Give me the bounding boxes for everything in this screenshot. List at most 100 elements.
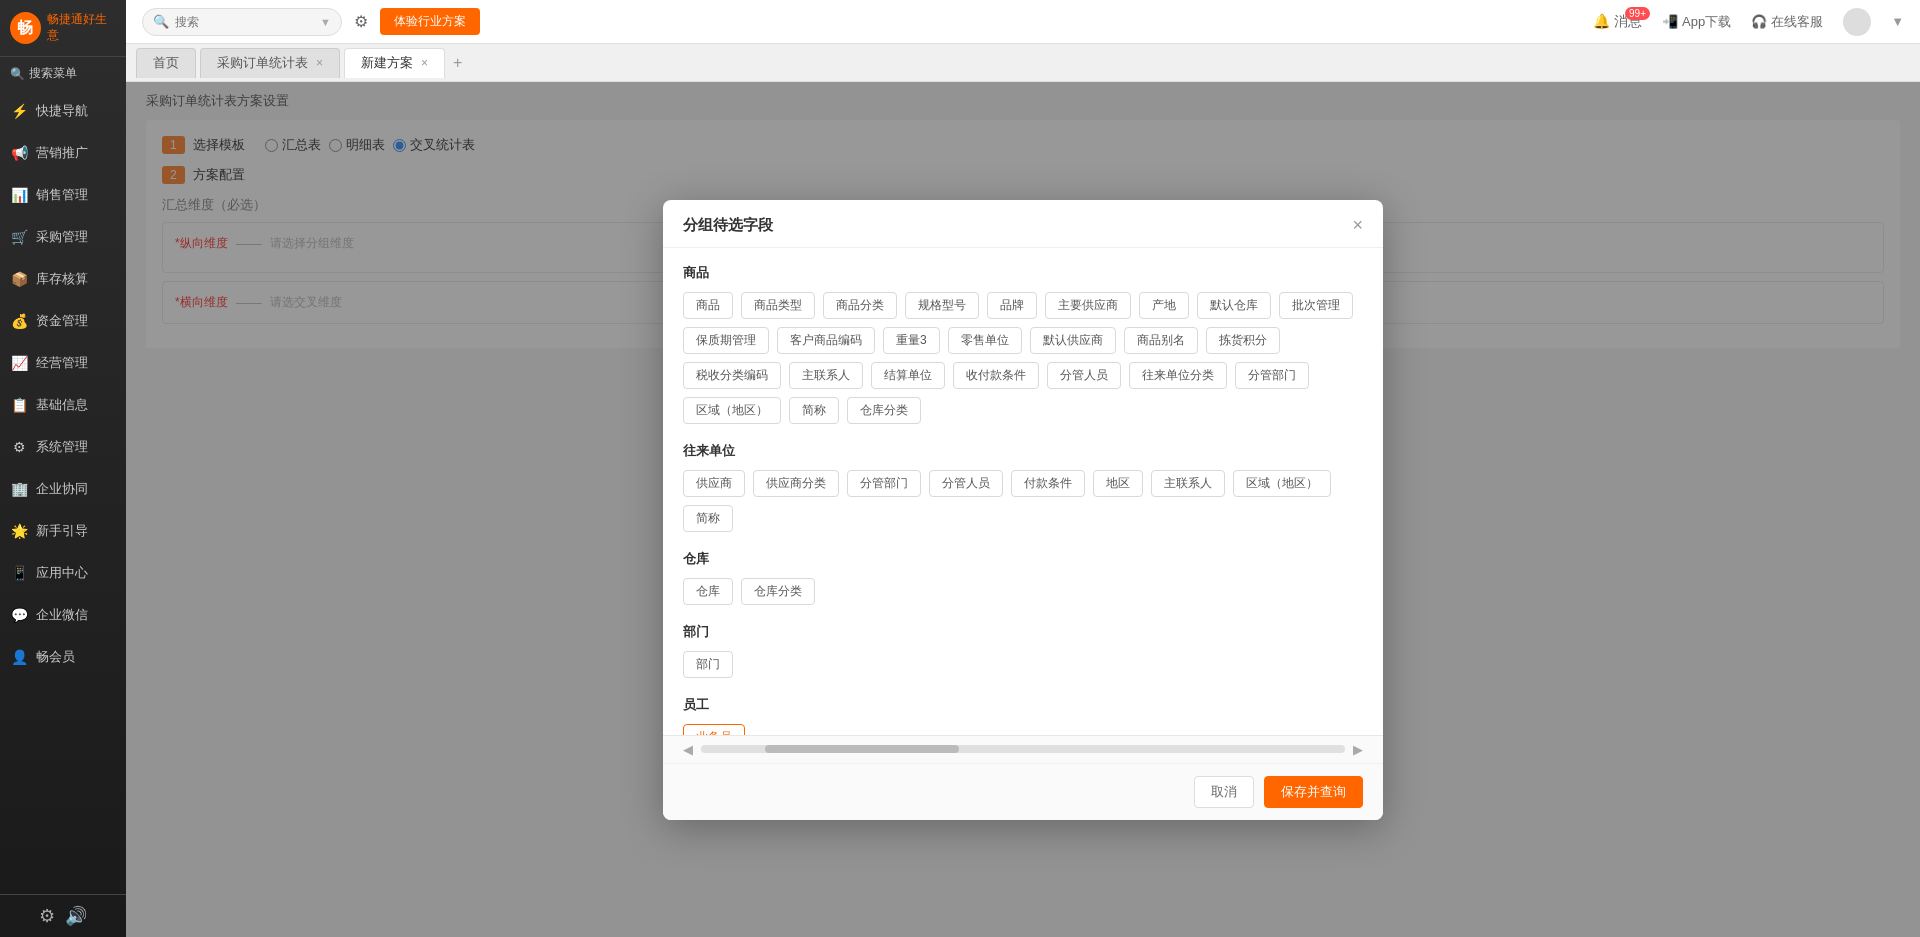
- field-tag[interactable]: 简称: [683, 505, 733, 532]
- purchase-icon: 🛒: [10, 228, 28, 246]
- hscroll-bar[interactable]: [701, 745, 1345, 753]
- field-tag[interactable]: 区域（地区）: [683, 397, 781, 424]
- section-goods-title: 商品: [683, 264, 1363, 282]
- newbie-icon: 🌟: [10, 522, 28, 540]
- user-avatar[interactable]: [1843, 8, 1871, 36]
- sidebar-item-app[interactable]: 📱 应用中心: [0, 552, 126, 594]
- section-staff: 员工 业务员: [683, 696, 1363, 735]
- speaker-bottom-icon[interactable]: 🔊: [65, 905, 87, 927]
- field-tag[interactable]: 产地: [1139, 292, 1189, 319]
- sidebar-item-marketing[interactable]: 📢 营销推广: [0, 132, 126, 174]
- sidebar-item-label: 新手引导: [36, 522, 88, 540]
- field-tag-staff[interactable]: 业务员: [683, 724, 745, 735]
- field-tag[interactable]: 商品分类: [823, 292, 897, 319]
- tab-home-label: 首页: [153, 54, 179, 72]
- tab-purchase-stats[interactable]: 采购订单统计表 ×: [200, 48, 340, 78]
- online-service-link[interactable]: 🎧 在线客服: [1751, 13, 1823, 31]
- sidebar-search[interactable]: 🔍 搜索菜单: [0, 57, 126, 90]
- topbar-search-box[interactable]: 🔍 ▼: [142, 8, 342, 36]
- corp-icon: 🏢: [10, 480, 28, 498]
- system-icon: ⚙: [10, 438, 28, 456]
- field-tag[interactable]: 商品类型: [741, 292, 815, 319]
- field-tag[interactable]: 保质期管理: [683, 327, 769, 354]
- staff-tags: 业务员: [683, 724, 1363, 735]
- hscroll-left-btn[interactable]: ◀: [683, 742, 693, 757]
- topbar: 🔍 ▼ ⚙ 体验行业方案 🔔 消息 99+ 📲 App下载 🎧 在线客服 ▼: [126, 0, 1920, 44]
- field-tag[interactable]: 批次管理: [1279, 292, 1353, 319]
- field-tag[interactable]: 仓库: [683, 578, 733, 605]
- settings-bottom-icon[interactable]: ⚙: [39, 905, 55, 927]
- tab-add-btn[interactable]: +: [453, 54, 462, 72]
- hscroll-right-btn[interactable]: ▶: [1353, 742, 1363, 757]
- user-menu-icon[interactable]: ▼: [1891, 14, 1904, 29]
- notification-btn[interactable]: 🔔 消息 99+: [1593, 13, 1642, 31]
- modal-overlay[interactable]: 分组待选字段 × 商品 商品 商品类型 商品分类 规格型号 品牌 主要供应商 产…: [126, 82, 1920, 937]
- sidebar-item-label: 企业协同: [36, 480, 88, 498]
- sidebar-item-basic[interactable]: 📋 基础信息: [0, 384, 126, 426]
- field-tag[interactable]: 税收分类编码: [683, 362, 781, 389]
- app-download-link[interactable]: 📲 App下载: [1662, 13, 1731, 31]
- sidebar-item-member[interactable]: 👤 畅会员: [0, 636, 126, 678]
- goods-tags: 商品 商品类型 商品分类 规格型号 品牌 主要供应商 产地 默认仓库 批次管理 …: [683, 292, 1363, 424]
- field-tag[interactable]: 简称: [789, 397, 839, 424]
- field-tag[interactable]: 结算单位: [871, 362, 945, 389]
- field-tag[interactable]: 默认供应商: [1030, 327, 1116, 354]
- logo-icon: 畅: [10, 12, 41, 44]
- search-input[interactable]: [175, 15, 295, 29]
- field-tag[interactable]: 付款条件: [1011, 470, 1085, 497]
- tab-new-plan-close[interactable]: ×: [421, 56, 428, 70]
- section-warehouse-title: 仓库: [683, 550, 1363, 568]
- tab-home[interactable]: 首页: [136, 48, 196, 78]
- field-tag[interactable]: 区域（地区）: [1233, 470, 1331, 497]
- sidebar: 畅 畅捷通好生意 🔍 搜索菜单 ⚡ 快捷导航 📢 营销推广 📊 销售管理 🛒 采…: [0, 0, 126, 937]
- field-tag[interactable]: 主联系人: [1151, 470, 1225, 497]
- sidebar-item-corp[interactable]: 🏢 企业协同: [0, 468, 126, 510]
- field-tag[interactable]: 分管部门: [847, 470, 921, 497]
- field-tag[interactable]: 往来单位分类: [1129, 362, 1227, 389]
- section-warehouse: 仓库 仓库 仓库分类: [683, 550, 1363, 605]
- sidebar-item-sales[interactable]: 📊 销售管理: [0, 174, 126, 216]
- field-tag[interactable]: 主要供应商: [1045, 292, 1131, 319]
- tab-new-plan[interactable]: 新建方案 ×: [344, 48, 445, 78]
- sidebar-item-quick-nav[interactable]: ⚡ 快捷导航: [0, 90, 126, 132]
- field-tag[interactable]: 拣货积分: [1206, 327, 1280, 354]
- field-tag[interactable]: 商品: [683, 292, 733, 319]
- field-tag[interactable]: 规格型号: [905, 292, 979, 319]
- main-content: 采购订单统计表方案设置 1 选择模板 汇总表 明细表 交叉统计表 2 方案配置 …: [126, 82, 1920, 937]
- search-icon: 🔍: [10, 67, 25, 81]
- sidebar-item-operation[interactable]: 📈 经营管理: [0, 342, 126, 384]
- field-tag[interactable]: 分管人员: [1047, 362, 1121, 389]
- field-tag[interactable]: 分管部门: [1235, 362, 1309, 389]
- sidebar-item-newbie[interactable]: 🌟 新手引导: [0, 510, 126, 552]
- field-tag[interactable]: 仓库分类: [741, 578, 815, 605]
- sidebar-item-system[interactable]: ⚙ 系统管理: [0, 426, 126, 468]
- sidebar-item-finance[interactable]: 💰 资金管理: [0, 300, 126, 342]
- field-tag[interactable]: 品牌: [987, 292, 1037, 319]
- tab-purchase-stats-label: 采购订单统计表: [217, 54, 308, 72]
- field-tag[interactable]: 收付款条件: [953, 362, 1039, 389]
- sidebar-logo: 畅 畅捷通好生意: [0, 0, 126, 57]
- modal-save-btn[interactable]: 保存并查询: [1264, 776, 1363, 808]
- trial-btn[interactable]: 体验行业方案: [380, 8, 480, 35]
- field-tag[interactable]: 部门: [683, 651, 733, 678]
- field-tag[interactable]: 供应商: [683, 470, 745, 497]
- sidebar-item-wechat[interactable]: 💬 企业微信: [0, 594, 126, 636]
- field-tag[interactable]: 商品别名: [1124, 327, 1198, 354]
- sidebar-item-inventory[interactable]: 📦 库存核算: [0, 258, 126, 300]
- sidebar-item-purchase[interactable]: 🛒 采购管理: [0, 216, 126, 258]
- tab-purchase-stats-close[interactable]: ×: [316, 56, 323, 70]
- field-tag[interactable]: 默认仓库: [1197, 292, 1271, 319]
- modal-cancel-btn[interactable]: 取消: [1194, 776, 1254, 808]
- wechat-icon: 💬: [10, 606, 28, 624]
- field-tag[interactable]: 客户商品编码: [777, 327, 875, 354]
- topbar-settings-icon[interactable]: ⚙: [354, 12, 368, 31]
- field-tag[interactable]: 供应商分类: [753, 470, 839, 497]
- modal-close-btn[interactable]: ×: [1352, 216, 1363, 234]
- field-tag[interactable]: 仓库分类: [847, 397, 921, 424]
- quick-nav-icon: ⚡: [10, 102, 28, 120]
- field-tag[interactable]: 重量3: [883, 327, 940, 354]
- field-tag[interactable]: 地区: [1093, 470, 1143, 497]
- field-tag[interactable]: 分管人员: [929, 470, 1003, 497]
- field-tag[interactable]: 零售单位: [948, 327, 1022, 354]
- field-tag[interactable]: 主联系人: [789, 362, 863, 389]
